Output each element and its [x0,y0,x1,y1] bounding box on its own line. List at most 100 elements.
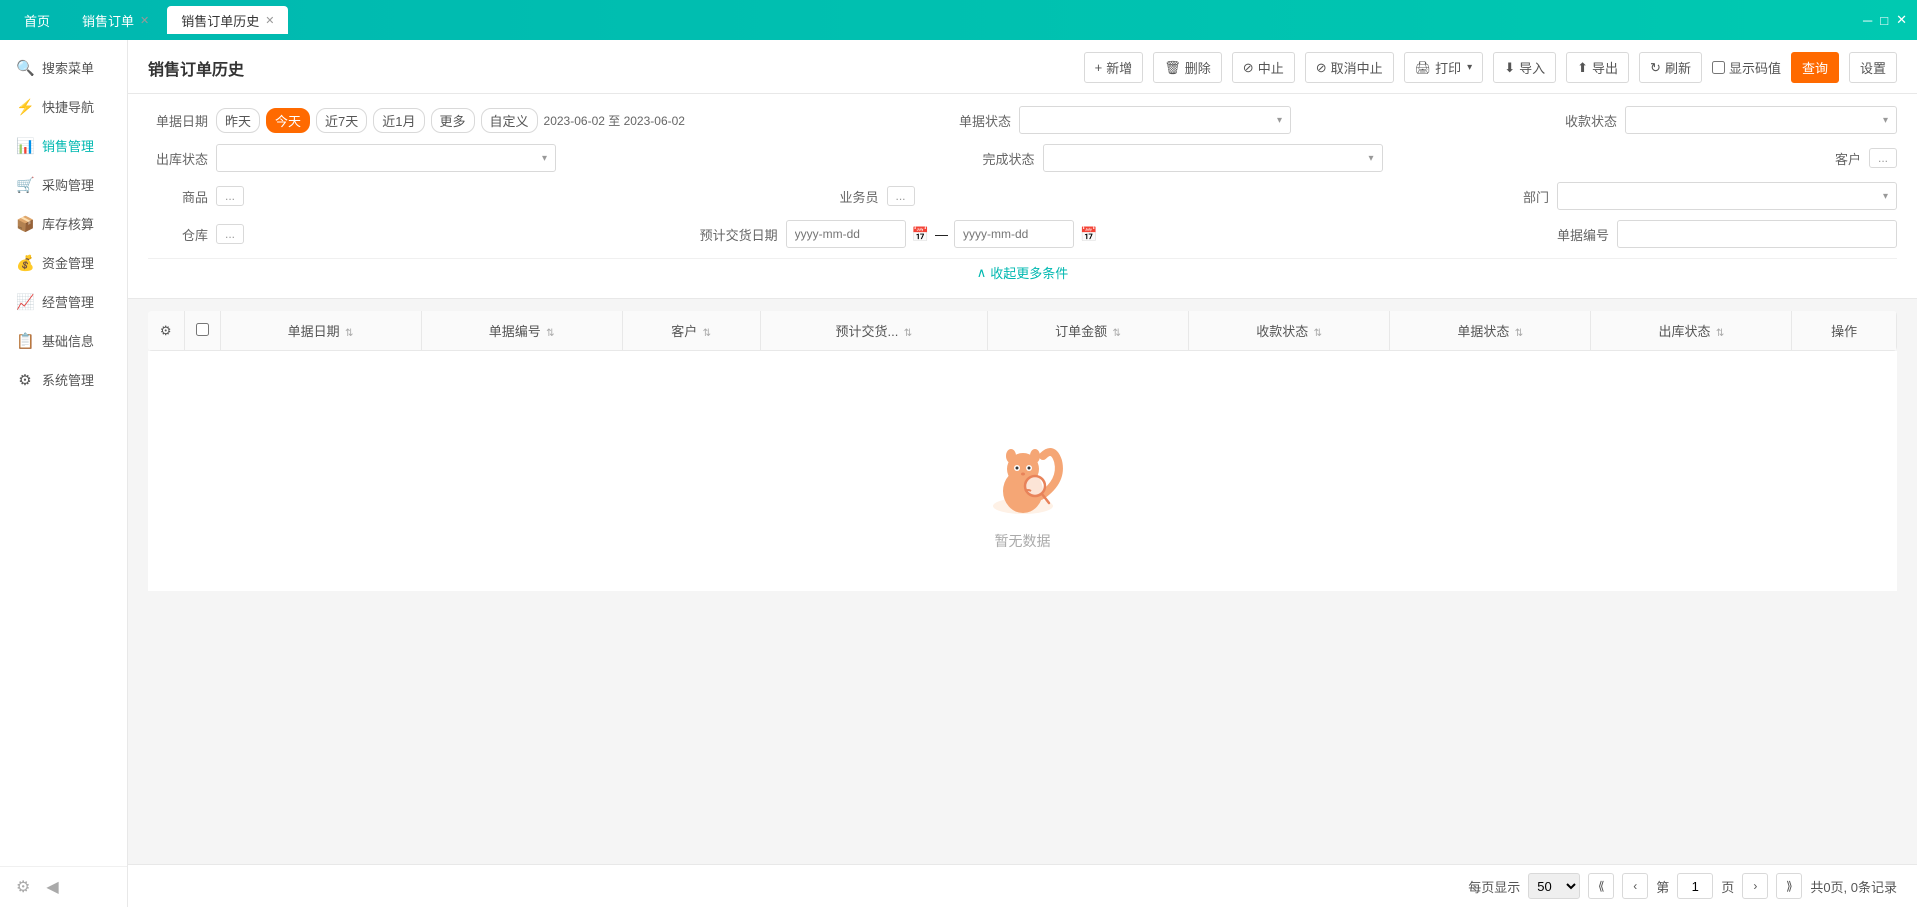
th-delivery: 预计交货... ⇅ [760,311,987,351]
settings-button[interactable]: 设置 [1849,52,1897,83]
warehouse-btn[interactable]: ... [216,224,244,244]
complete-select-arrow: ▾ [1368,153,1373,164]
dept-select[interactable]: ▾ [1557,182,1897,210]
empty-illustration [973,431,1073,531]
outbound-select-arrow: ▾ [542,153,547,164]
warehouse-label: 仓库 [148,225,208,244]
refresh-icon: ↻ [1650,60,1661,76]
order-no-input[interactable] [1617,220,1897,248]
display-columns-checkbox[interactable]: 显示码值 [1712,58,1781,77]
date-today[interactable]: 今天 [266,108,310,133]
filter-row-2: 出库状态 ▾ 完成状态 ▾ 客户 ... [148,144,1897,172]
export-button[interactable]: ⬆ 导出 [1566,52,1629,83]
th-operation: 操作 [1792,311,1897,351]
th-amount: 订单金额 ⇅ [988,311,1189,351]
sidebar-item-purchase[interactable]: 🛒 采购管理 [0,165,127,204]
page-jump-label: 第 [1656,877,1669,896]
sort-customer-icon[interactable]: ⇅ [703,328,711,339]
sort-outbound-status-icon[interactable]: ⇅ [1716,328,1724,339]
search-icon: 🔍 [16,59,34,77]
sort-date-icon[interactable]: ⇅ [345,328,353,339]
date-custom[interactable]: 自定义 [481,108,538,133]
sort-order-status-icon[interactable]: ⇅ [1515,328,1523,339]
sidebar-item-inventory[interactable]: 📦 库存核算 [0,204,127,243]
import-button[interactable]: ⬇ 导入 [1493,52,1556,83]
tab-sales-order-history[interactable]: 销售订单历史 ✕ [167,6,288,34]
status-select[interactable]: ▾ [1019,106,1291,134]
sidebar-item-sales[interactable]: 📊 销售管理 [0,126,127,165]
stop-button[interactable]: ⊘ 中止 [1232,52,1295,83]
page-input[interactable] [1677,873,1713,899]
complete-select[interactable]: ▾ [1043,144,1383,172]
collapse-filter-btn[interactable]: ∧ 收起更多条件 [148,258,1897,286]
date-7days[interactable]: 近7天 [316,108,367,133]
th-payment-status: 收款状态 ⇅ [1189,311,1390,351]
total-info: 共0页, 0条记录 [1810,877,1897,896]
tab-home[interactable]: 首页 [10,6,64,34]
goods-btn[interactable]: ... [216,186,244,206]
window-close[interactable]: ✕ [1896,12,1907,28]
th-outbound-status: 出库状态 ⇅ [1591,311,1792,351]
topbar-tabs: 首页 销售订单 ✕ 销售订单历史 ✕ [10,6,288,34]
sort-delivery-icon[interactable]: ⇅ [904,328,912,339]
sidebar-settings-icon[interactable]: ⚙ [16,877,30,897]
sort-payment-status-icon[interactable]: ⇅ [1314,328,1322,339]
sort-order-no-icon[interactable]: ⇅ [546,328,554,339]
delivery-start-input[interactable] [786,220,906,248]
order-no-label: 单据编号 [1553,225,1609,244]
stop-icon: ⊘ [1243,60,1254,76]
first-page-btn[interactable]: ⟪ [1588,873,1614,899]
display-columns-input[interactable] [1712,61,1725,74]
window-minimize[interactable]: ─ [1863,13,1872,28]
page-header: 销售订单历史 + 新增 🗑 删除 ⊘ 中止 ⊘ [128,40,1917,94]
sidebar-item-quick-nav[interactable]: ⚡ 快捷导航 [0,87,127,126]
date-yesterday[interactable]: 昨天 [216,108,260,133]
page-size-select[interactable]: 20 50 100 [1528,873,1580,899]
sidebar-item-basic-info[interactable]: 📋 基础信息 [0,321,127,360]
sort-amount-icon[interactable]: ⇅ [1113,328,1121,339]
payment-select[interactable]: ▾ [1625,106,1897,134]
th-checkbox[interactable] [184,311,220,351]
import-icon: ⬇ [1504,60,1515,76]
add-button[interactable]: + 新增 [1084,52,1144,83]
date-more[interactable]: 更多 [431,108,475,133]
filter-area: 单据日期 昨天 今天 近7天 近1月 更多 [128,94,1917,299]
tab-sales-order-history-close[interactable]: ✕ [265,14,274,27]
sidebar-item-finance[interactable]: 💰 资金管理 [0,243,127,282]
page-size-label: 每页显示 [1468,877,1520,896]
delivery-end-calendar-icon[interactable]: 📅 [1080,226,1097,243]
query-button[interactable]: 查询 [1791,52,1839,83]
complete-label: 完成状态 [979,149,1035,168]
sidebar-item-search[interactable]: 🔍 搜索菜单 [0,48,127,87]
outbound-select[interactable]: ▾ [216,144,556,172]
delivery-start-calendar-icon[interactable]: 📅 [912,226,929,243]
print-icon: 🖨 [1415,60,1432,76]
last-page-btn[interactable]: ⟫ [1776,873,1802,899]
data-table: ⚙ 单据日期 ⇅ 单据编号 ⇅ [148,311,1897,351]
tab-sales-order[interactable]: 销售订单 ✕ [68,6,163,34]
dept-select-arrow: ▾ [1883,191,1888,202]
select-all-checkbox[interactable] [196,323,209,336]
date-group: 昨天 今天 近7天 近1月 更多 自定义 [216,108,685,133]
refresh-button[interactable]: ↻ 刷新 [1639,52,1702,83]
status-label: 单据状态 [955,111,1011,130]
sidebar-bottom: ⚙ ◀ [0,866,127,907]
print-button[interactable]: 🖨 打印 [1404,52,1484,83]
next-page-btn[interactable]: › [1742,873,1768,899]
delete-button[interactable]: 🗑 删除 [1153,52,1222,83]
delivery-label: 预计交货日期 [700,225,778,244]
salesperson-btn[interactable]: ... [887,186,915,206]
th-order-no: 单据编号 ⇅ [421,311,622,351]
sidebar-item-operation[interactable]: 📈 经营管理 [0,282,127,321]
cancel-stop-button[interactable]: ⊘ 取消中止 [1305,52,1394,83]
date-1month[interactable]: 近1月 [373,108,424,133]
customer-btn[interactable]: ... [1869,148,1897,168]
operation-icon: 📈 [16,293,34,311]
th-settings[interactable]: ⚙ [148,311,184,351]
sidebar-collapse-icon[interactable]: ◀ [46,877,58,897]
window-maximize[interactable]: □ [1880,13,1888,28]
delivery-end-input[interactable] [954,220,1074,248]
prev-page-btn[interactable]: ‹ [1622,873,1648,899]
tab-sales-order-close[interactable]: ✕ [140,14,149,27]
sidebar-item-system[interactable]: ⚙ 系统管理 [0,360,127,399]
